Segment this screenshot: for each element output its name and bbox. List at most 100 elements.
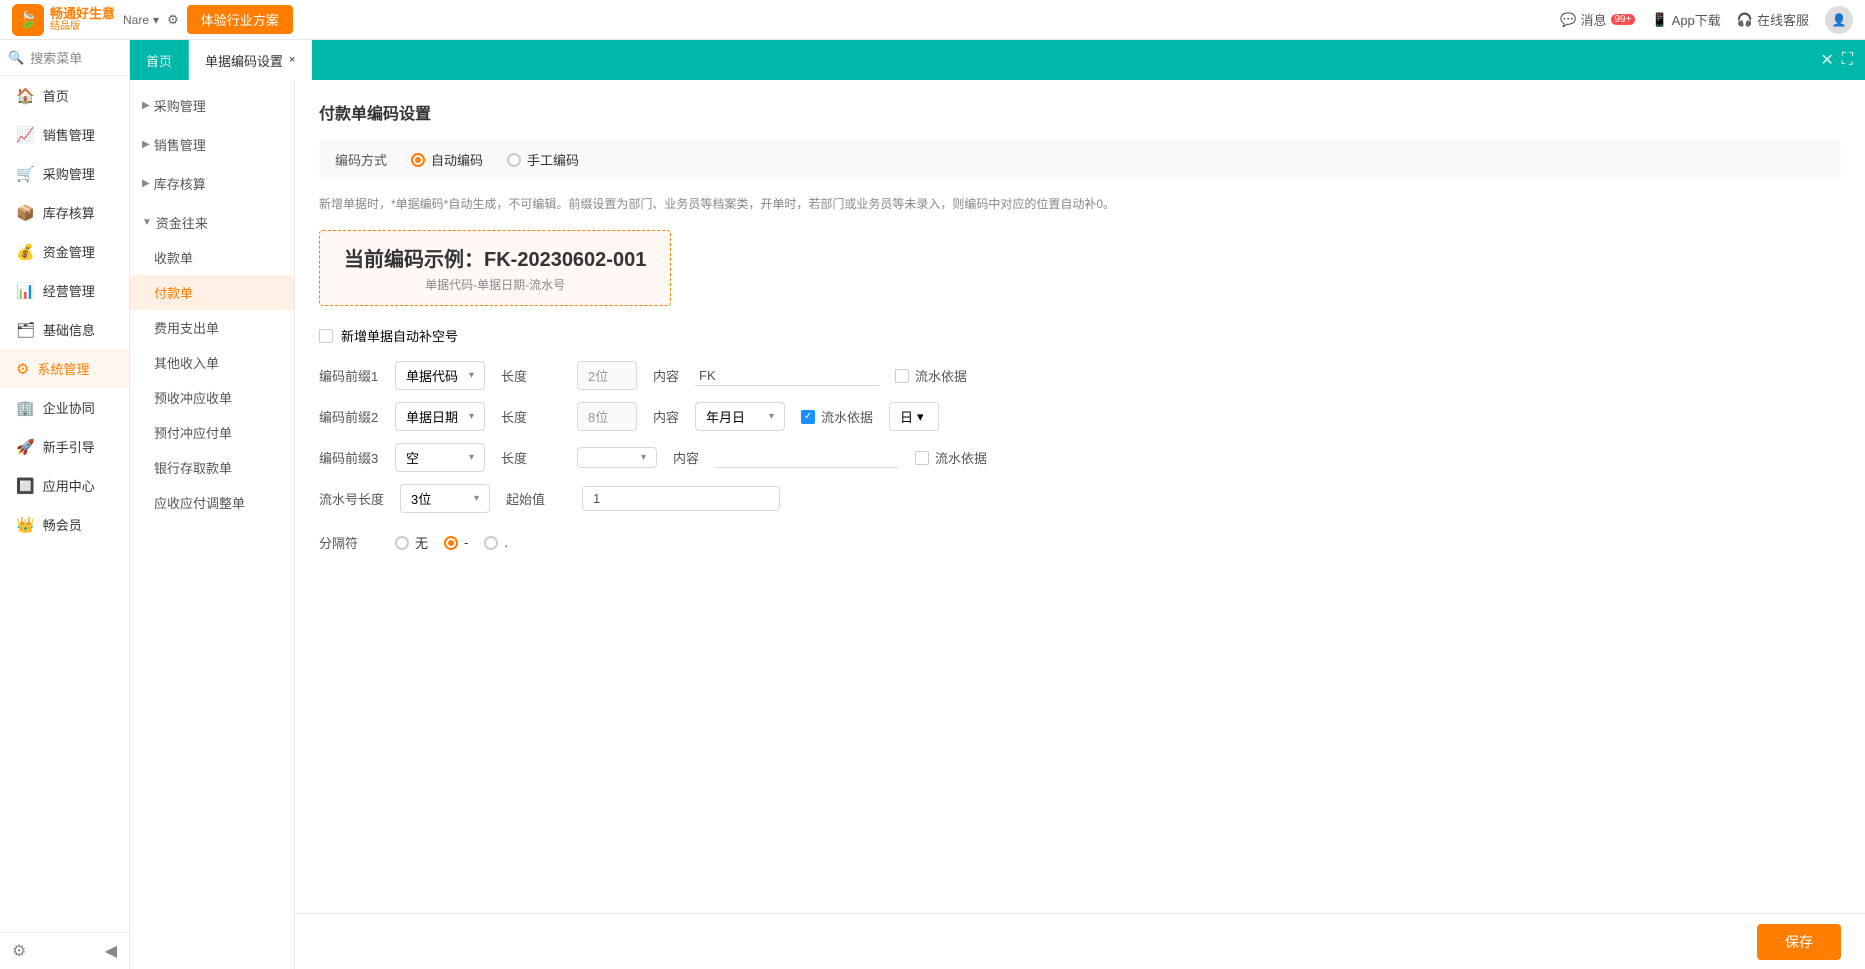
messages-badge: 99+ [1611,14,1636,25]
tab-settings-label: 单据编码设置 [205,51,283,70]
guide-icon: 🚀 [16,438,35,456]
prefix1-row: 编码前缀1 单据代码 ▾ 长度 2位 内容 流水依据 [319,361,1841,390]
prefix1-select[interactable]: 单据代码 ▾ [395,361,485,390]
sidebar-item-purchase[interactable]: 🛒 采购管理 [0,154,129,193]
app-download-item[interactable]: 📱 App下载 [1651,10,1720,29]
industry-btn[interactable]: 体验行业方案 [187,5,293,34]
prefix2-day-select[interactable]: 日 ▾ [889,402,939,431]
tab-close-all-icon[interactable]: ✕ [1820,50,1833,70]
sub-item-adjust-label: 应收应付调整单 [154,496,245,511]
prefix3-content-label: 内容 [673,448,699,467]
sidebar-item-basic[interactable]: 🗂 基础信息 [0,310,129,349]
prefix2-length-input: 8位 [577,402,637,431]
prefix3-length-select[interactable]: ▾ [577,447,657,468]
preview-code: FK-20230602-001 [484,249,646,271]
page-footer: 保存 [295,913,1865,969]
sidebar-menu: 🏠 首页 📈 销售管理 🛒 采购管理 📦 库存核算 💰 资金管理 📊 经 [0,76,129,932]
tab-expand-icon[interactable]: ⛶ [1842,51,1853,69]
sub-item-expense[interactable]: 费用支出单 [130,310,294,345]
serial-start-input[interactable] [582,486,780,511]
manual-code-radio[interactable]: 手工编码 [507,150,579,169]
prefix2-select[interactable]: 单据日期 ▾ [395,402,485,431]
prefix3-content-input[interactable] [715,448,899,468]
sub-item-payment[interactable]: 付款单 [130,275,294,310]
serial-length-select[interactable]: 3位 ▾ [400,484,490,513]
gear-icon[interactable]: ⚙ [167,12,179,28]
prefix2-serial-checkbox-box: ✓ [801,410,815,424]
online-service-item[interactable]: 🎧 在线客服 [1737,10,1809,29]
basic-icon: 🗂 [16,321,35,339]
prefix3-select[interactable]: 空 ▾ [395,443,485,472]
sep-dash-label: - [464,535,468,550]
prefix3-label: 编码前缀3 [319,448,379,467]
serial-row: 流水号长度 3位 ▾ 起始值 [319,484,1841,513]
prefix2-serial-checkbox[interactable]: ✓ 流水依据 [801,407,873,426]
tab-home[interactable]: 首页 [130,40,189,80]
sub-group-sales-label: 销售管理 [154,135,206,154]
sidebar-item-label: 基础信息 [43,320,95,339]
chevron-down-icon-day: ▾ [917,409,924,425]
sidebar-item-finance[interactable]: 💰 资金管理 [0,232,129,271]
sidebar-item-apps[interactable]: 🔲 应用中心 [0,466,129,505]
settings-footer-icon[interactable]: ⚙ [12,941,26,961]
sep-dash-radio[interactable]: - [444,535,468,550]
sub-item-prepay-pay[interactable]: 预付冲应付单 [130,415,294,450]
manual-code-label: 手工编码 [527,150,579,169]
tab-close-icon[interactable]: × [289,54,295,66]
auto-code-radio-dot [411,153,425,167]
sub-item-other-income[interactable]: 其他收入单 [130,345,294,380]
auto-fill-checkbox[interactable] [319,329,333,343]
sidebar-item-guide[interactable]: 🚀 新手引导 [0,427,129,466]
encoding-method-row: 编码方式 自动编码 手工编码 [319,140,1841,179]
collapse-icon[interactable]: ◀ [105,941,117,961]
sidebar-search[interactable]: 🔍 搜索菜单 [0,40,129,76]
tab-settings[interactable]: 单据编码设置 × [189,40,312,80]
sub-item-prepay-receive[interactable]: 预收冲应收单 [130,380,294,415]
prefix2-content-select[interactable]: 年月日 ▾ [695,402,785,431]
sub-group-purchase-title[interactable]: ▶ 采购管理 [130,88,294,123]
enterprise-icon: 🏢 [16,399,35,417]
sub-group-capital-title[interactable]: ▼ 资金往来 [130,205,294,240]
messages-item[interactable]: 💬 消息 99+ [1560,10,1635,29]
sub-group-purchase-label: 采购管理 [154,96,206,115]
sidebar-item-inventory[interactable]: 📦 库存核算 [0,193,129,232]
prefix1-serial-checkbox[interactable]: 流水依据 [895,366,967,385]
sub-group-sales-title[interactable]: ▶ 销售管理 [130,127,294,162]
sub-item-receipt[interactable]: 收款单 [130,240,294,275]
app-download-label: App下载 [1672,10,1721,29]
sep-dot-radio[interactable]: . [484,535,508,550]
sidebar-item-enterprise[interactable]: 🏢 企业协同 [0,388,129,427]
system-icon: ⚙ [16,360,29,378]
save-button[interactable]: 保存 [1757,924,1841,960]
sub-group-capital: ▼ 资金往来 收款单 付款单 费用支出单 其他收入单 [130,205,294,520]
prefix2-content-value: 年月日 [706,407,745,426]
sep-none-dot [395,536,409,550]
sub-item-bank-label: 银行存取款单 [154,461,232,476]
sidebar-item-vip[interactable]: 👑 畅会员 [0,505,129,544]
tab-bar-actions: ✕ ⛶ [1820,50,1865,70]
sub-sidebar: ▶ 采购管理 ▶ 销售管理 ▶ 库存核算 [130,80,295,969]
sidebar-item-sales[interactable]: 📈 销售管理 [0,115,129,154]
sidebar-item-label: 采购管理 [43,164,95,183]
auto-code-radio[interactable]: 自动编码 [411,150,483,169]
prefix3-serial-checkbox[interactable]: 流水依据 [915,448,987,467]
headset-icon: 🎧 [1737,12,1753,28]
nav-dropdown[interactable]: Nare ▾ [123,13,159,27]
sub-item-bank[interactable]: 银行存取款单 [130,450,294,485]
sub-item-prepay-pay-label: 预付冲应付单 [154,426,232,441]
logo-sub: 结品版 [50,21,115,33]
online-service-label: 在线客服 [1757,10,1809,29]
avatar[interactable]: 👤 [1825,6,1853,34]
prefix1-content-input[interactable] [695,366,879,386]
sub-item-adjust[interactable]: 应收应付调整单 [130,485,294,520]
prefix2-row: 编码前缀2 单据日期 ▾ 长度 8位 内容 年月日 ▾ [319,402,1841,431]
prefix3-value: 空 [406,448,419,467]
sep-none-radio[interactable]: 无 [395,533,428,552]
main-content: 付款单编码设置 编码方式 自动编码 手工编码 [295,80,1865,913]
sub-group-inventory-title[interactable]: ▶ 库存核算 [130,166,294,201]
sidebar-item-system[interactable]: ⚙ 系统管理 [0,349,129,388]
sub-group-inventory: ▶ 库存核算 [130,166,294,201]
sidebar-item-operations[interactable]: 📊 经营管理 [0,271,129,310]
sidebar-item-label: 库存核算 [43,203,95,222]
sidebar-item-home[interactable]: 🏠 首页 [0,76,129,115]
